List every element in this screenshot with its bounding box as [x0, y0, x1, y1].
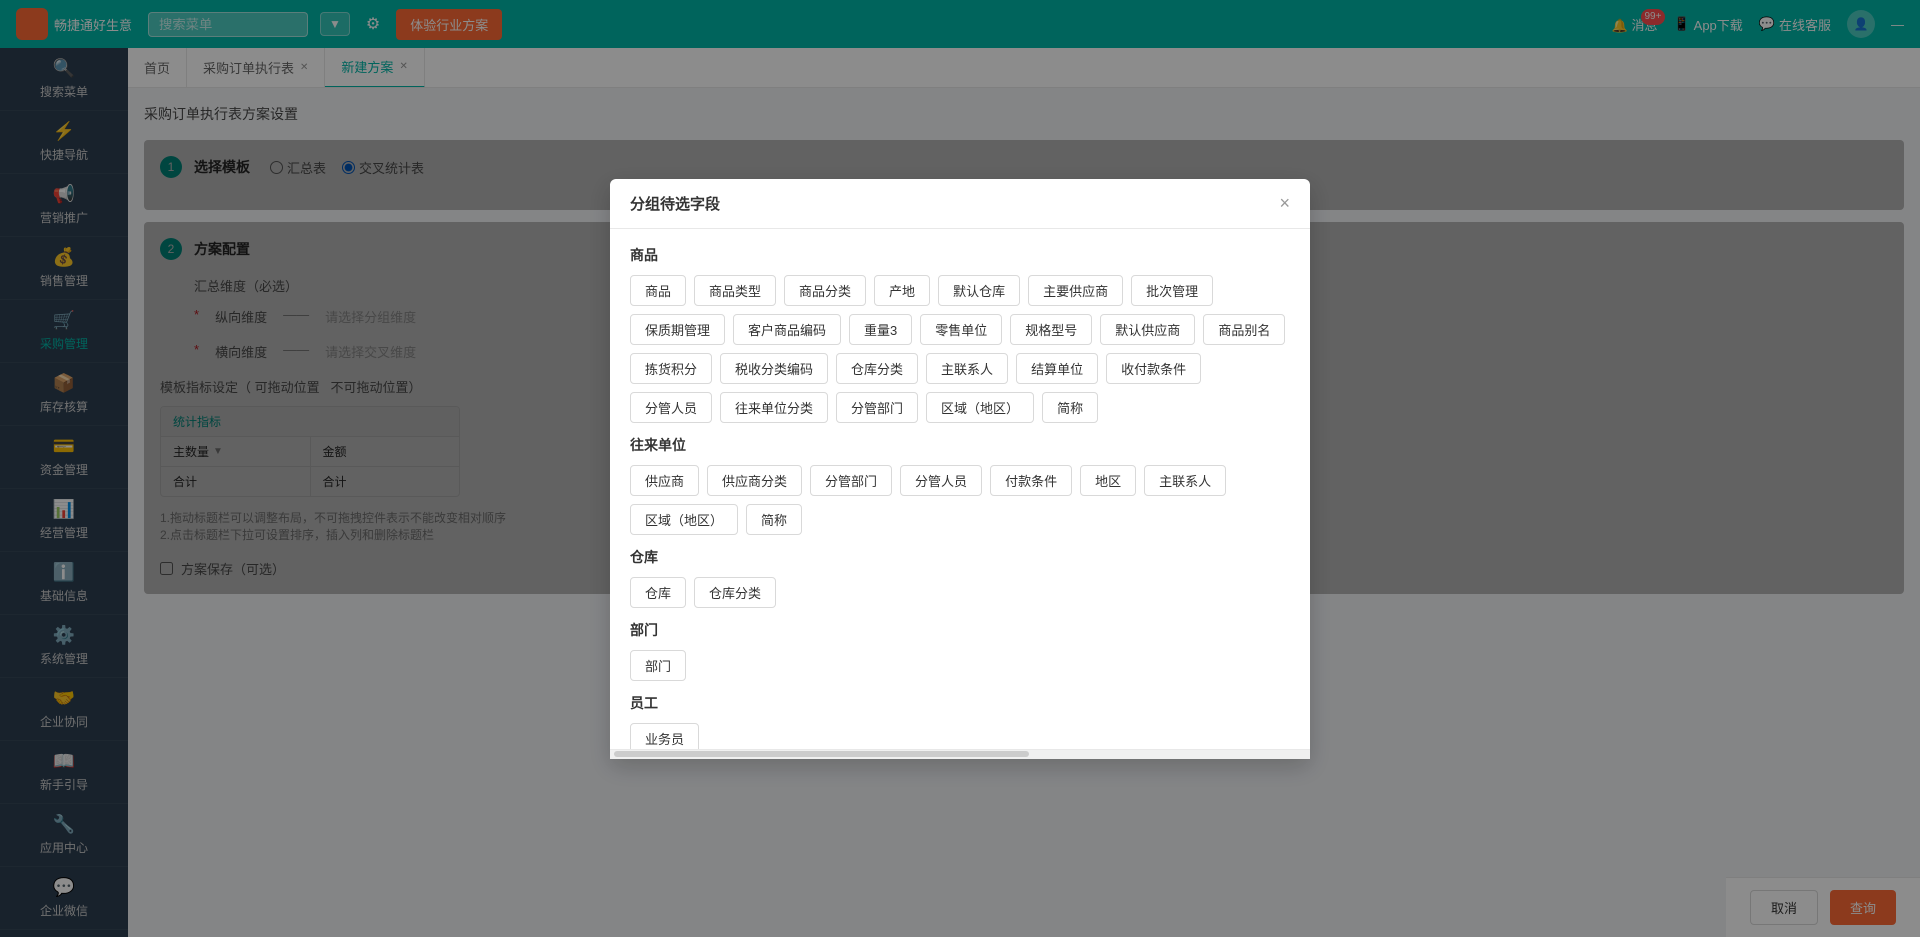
field-tag-area[interactable]: 地区	[1080, 465, 1136, 496]
field-tag-weight3[interactable]: 重量3	[849, 314, 912, 345]
field-tag-spec-model[interactable]: 规格型号	[1010, 314, 1092, 345]
field-tag-product-alias[interactable]: 商品别名	[1203, 314, 1285, 345]
field-tag-product-type[interactable]: 商品类型	[694, 275, 776, 306]
field-tag-partner-abbr[interactable]: 简称	[746, 504, 802, 535]
field-tag-product[interactable]: 商品	[630, 275, 686, 306]
field-tag-default-warehouse[interactable]: 默认仓库	[938, 275, 1020, 306]
field-tag-partner-supervisor[interactable]: 分管人员	[900, 465, 982, 496]
field-tag-settlement-unit[interactable]: 结算单位	[1016, 353, 1098, 384]
field-tag-supervisor[interactable]: 分管人员	[630, 392, 712, 423]
field-tag-warehouse-cat[interactable]: 仓库分类	[694, 577, 776, 608]
field-tag-origin[interactable]: 产地	[874, 275, 930, 306]
field-tag-retail-unit[interactable]: 零售单位	[920, 314, 1002, 345]
field-tags-partner: 供应商 供应商分类 分管部门 分管人员 付款条件 地区 主联系人 区域（地区） …	[630, 465, 1290, 535]
field-tag-tax-code[interactable]: 税收分类编码	[720, 353, 828, 384]
field-tag-main-supplier[interactable]: 主要供应商	[1028, 275, 1123, 306]
field-tag-partner-region[interactable]: 区域（地区）	[630, 504, 738, 535]
field-tag-dept-field[interactable]: 部门	[630, 650, 686, 681]
section-title-partner: 往来单位	[630, 435, 1290, 455]
field-tag-batch-mgmt[interactable]: 批次管理	[1131, 275, 1213, 306]
field-tag-main-contact[interactable]: 主联系人	[926, 353, 1008, 384]
modal-body: 商品 商品 商品类型 商品分类 产地 默认仓库 主要供应商 批次管理 保质期管理…	[610, 229, 1310, 749]
field-tag-default-supplier[interactable]: 默认供应商	[1100, 314, 1195, 345]
field-select-modal: 分组待选字段 × 商品 商品 商品类型 商品分类 产地 默认仓库 主要供应商 批…	[610, 179, 1310, 759]
field-tag-product-category[interactable]: 商品分类	[784, 275, 866, 306]
field-tag-region[interactable]: 区域（地区）	[926, 392, 1034, 423]
modal-close-btn[interactable]: ×	[1279, 193, 1290, 214]
modal-header: 分组待选字段 ×	[610, 179, 1310, 229]
field-tag-partner-contact[interactable]: 主联系人	[1144, 465, 1226, 496]
field-tag-warehouse-category[interactable]: 仓库分类	[836, 353, 918, 384]
modal-overlay: 分组待选字段 × 商品 商品 商品类型 商品分类 产地 默认仓库 主要供应商 批…	[0, 0, 1920, 937]
field-tag-salesperson[interactable]: 业务员	[630, 723, 699, 749]
field-tags-dept: 部门	[630, 650, 1290, 681]
field-tag-customer-product-code[interactable]: 客户商品编码	[733, 314, 841, 345]
field-tag-abbr[interactable]: 简称	[1042, 392, 1098, 423]
field-tag-dept[interactable]: 分管部门	[836, 392, 918, 423]
field-tag-supplier[interactable]: 供应商	[630, 465, 699, 496]
field-tag-payment-terms[interactable]: 付款条件	[990, 465, 1072, 496]
field-tag-payment-conditions[interactable]: 收付款条件	[1106, 353, 1201, 384]
field-tags-employee: 业务员	[630, 723, 1290, 749]
modal-horizontal-scrollbar[interactable]	[610, 749, 1310, 759]
section-title-dept: 部门	[630, 620, 1290, 640]
field-tag-partner-dept[interactable]: 分管部门	[810, 465, 892, 496]
field-tags-product: 商品 商品类型 商品分类 产地 默认仓库 主要供应商 批次管理 保质期管理 客户…	[630, 275, 1290, 423]
field-tags-warehouse: 仓库 仓库分类	[630, 577, 1290, 608]
field-tag-supplier-category[interactable]: 供应商分类	[707, 465, 802, 496]
field-tag-warehouse[interactable]: 仓库	[630, 577, 686, 608]
field-tag-pick-points[interactable]: 拣货积分	[630, 353, 712, 384]
modal-scroll-thumb	[614, 751, 1029, 757]
field-tag-partner-category[interactable]: 往来单位分类	[720, 392, 828, 423]
modal-title: 分组待选字段	[630, 193, 720, 214]
section-title-product: 商品	[630, 245, 1290, 265]
section-title-warehouse: 仓库	[630, 547, 1290, 567]
field-tag-expiry-mgmt[interactable]: 保质期管理	[630, 314, 725, 345]
section-title-employee: 员工	[630, 693, 1290, 713]
